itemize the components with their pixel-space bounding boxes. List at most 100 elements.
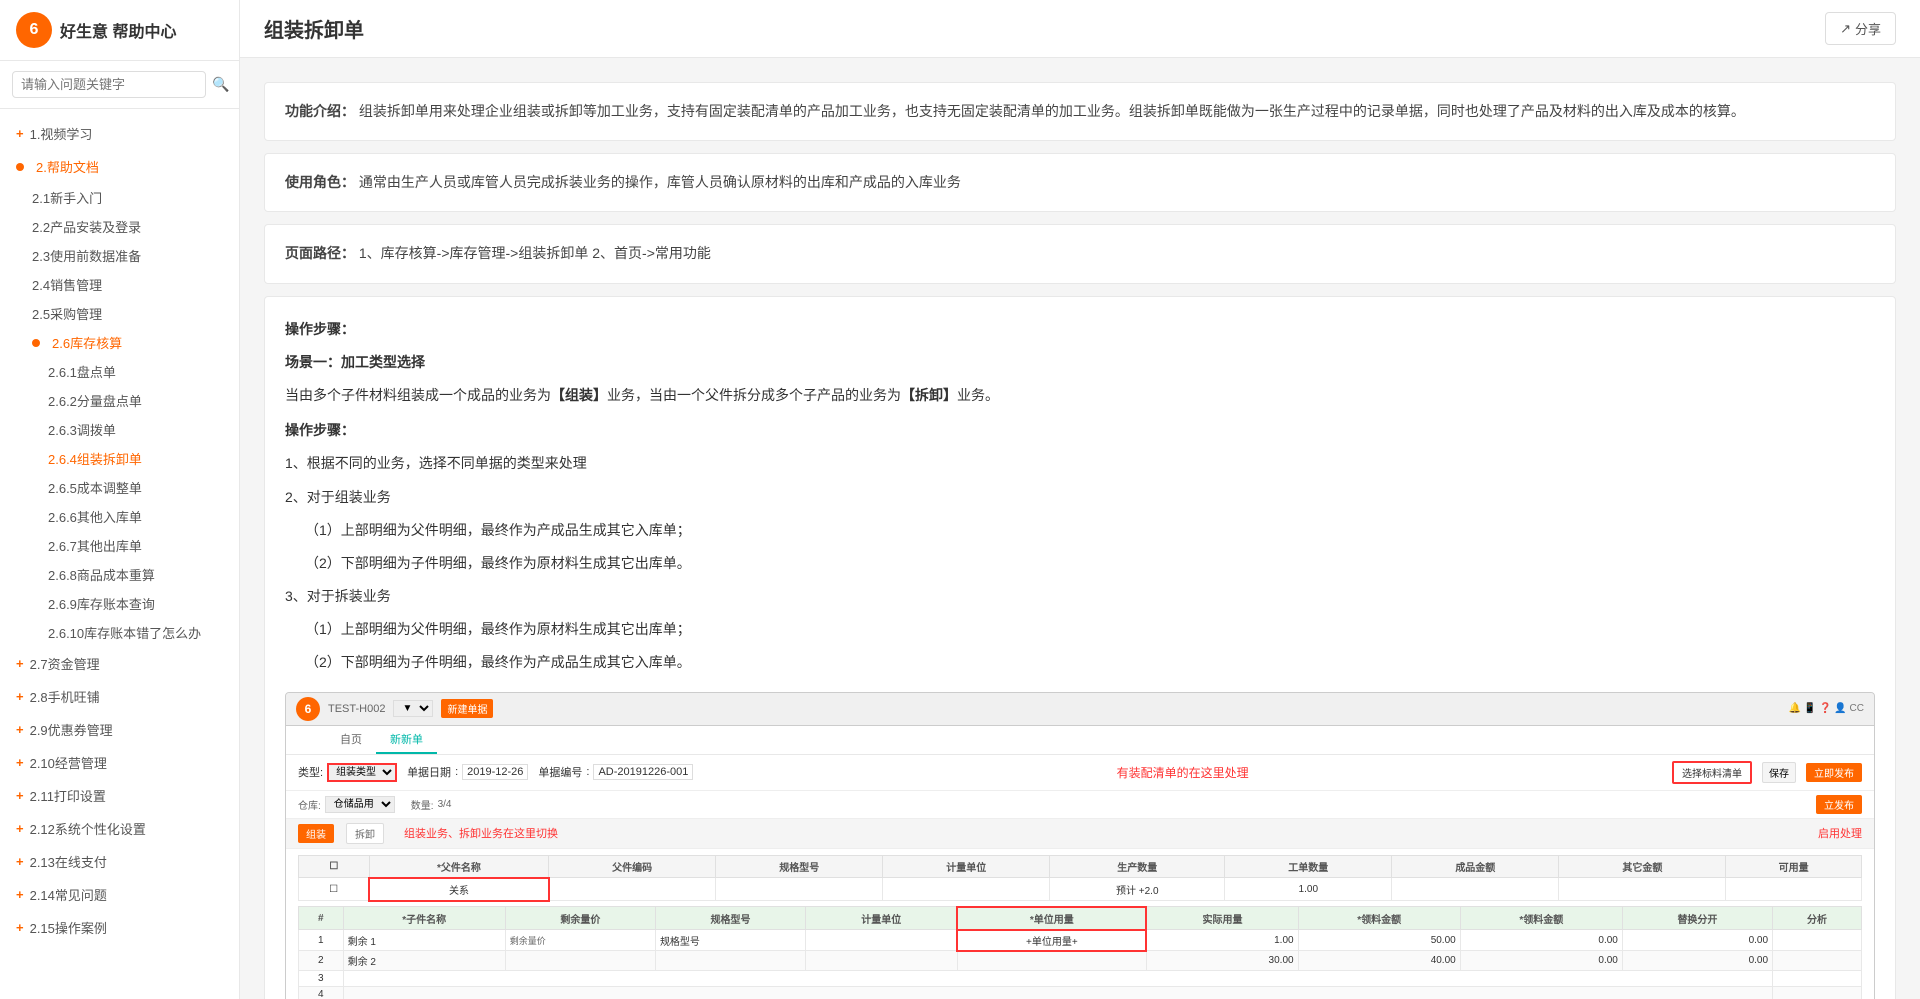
sidebar-item-inother[interactable]: 2.6.6其他入库单 — [0, 502, 239, 531]
ss-company: TEST-H002 — [328, 703, 385, 715]
scene1-desc: 当由多个子件材料组装成一个成品的业务为【组装】业务，当由一个父件拆分成多个子产品… — [285, 383, 1875, 408]
ss-sub-th-use: *单位用量 — [957, 907, 1146, 930]
ss-code-field: 单据编号: AD-20191226-001 — [538, 764, 693, 780]
ss-date-field: 单据日期: 2019-12-26 — [407, 764, 528, 780]
ss-th-name: *父件名称 — [369, 855, 548, 878]
scene1-title: 场景一：加工类型选择 — [285, 354, 425, 370]
sidebar-item-count[interactable]: 2.6.1盘点单 — [0, 357, 239, 386]
sidebar-item-partial[interactable]: 2.6.2分量盘点单 — [0, 386, 239, 415]
sidebar-item-docs-label: 2.帮助文档 — [36, 157, 99, 176]
ss-sub-th-qty: 剩余量价 — [505, 907, 655, 930]
ss-top-td-work: 1.00 — [1225, 878, 1392, 901]
ss-bom-btn[interactable]: 选择标料清单 — [1672, 761, 1752, 784]
ss-th-otheramt: 其它金额 — [1559, 855, 1726, 878]
func-intro-label: 功能介绍： — [285, 103, 355, 119]
ss-sub-th-unit: 计量单位 — [806, 907, 958, 930]
search-box: 🔍 — [0, 61, 239, 109]
sidebar-item-ops[interactable]: + 2.10经营管理 — [0, 746, 239, 779]
sidebar-item-stockcheck[interactable]: 2.6.9库存账本查询 — [0, 589, 239, 618]
ss-th-prod: 生产数量 — [1050, 855, 1225, 878]
sidebar-item-inventory[interactable]: 2.6库存核算 — [0, 328, 239, 357]
ss-warehouse-select[interactable]: 仓储品用 — [325, 796, 395, 813]
sidebar-item-sales[interactable]: 2.4销售管理 — [0, 270, 239, 299]
ops-steps-title: 操作步骤： — [285, 418, 1875, 443]
ss-confirm-btn[interactable]: 立发布 — [1816, 795, 1862, 814]
main-content: 组装拆卸单 ↗ 分享 功能介绍： 组装拆卸单用来处理企业组装或拆卸等加工业务，支… — [240, 0, 1920, 999]
ss-tab-home[interactable]: 自页 — [326, 726, 376, 754]
sidebar-item-faq[interactable]: + 2.14常见问题 — [0, 878, 239, 911]
sidebar-item-assembly[interactable]: 2.6.4组装拆卸单 — [0, 444, 239, 473]
ss-company-select[interactable]: ▼ — [393, 700, 433, 717]
sidebar-item-goodscost[interactable]: 2.6.8商品成本重算 — [0, 560, 239, 589]
sidebar-item-data[interactable]: 2.3使用前数据准备 — [0, 241, 239, 270]
topbar: 组装拆卸单 ↗ 分享 — [240, 0, 1920, 58]
ss-top-td-avail — [1726, 878, 1862, 901]
search-button[interactable]: 🔍 — [212, 76, 229, 93]
sidebar-item-docs[interactable]: 2.帮助文档 — [0, 150, 239, 183]
ss-sub-th-name: *子件名称 — [343, 907, 505, 930]
ss-th-avail: 可用量 — [1726, 855, 1862, 878]
nav-tree: + 1.视频学习 2.帮助文档 2.1新手入门 2.2产品安装及登录 2.3使用… — [0, 109, 239, 999]
ss-sub-th-anal: 分析 — [1773, 907, 1862, 930]
ss-top-td-name: 关系 — [369, 878, 548, 901]
role-text: 通常由生产人员或库管人员完成拆装业务的操作，库管人员确认原材料的出库和产成品的入… — [359, 174, 961, 190]
sidebar-item-video-label: 1.视频学习 — [30, 124, 93, 143]
ss-code-val: AD-20191226-001 — [593, 764, 693, 780]
ss-sub-th-mat1: *领料金额 — [1298, 907, 1460, 930]
sidebar-item-outother[interactable]: 2.6.7其他出库单 — [0, 531, 239, 560]
sidebar-item-adjust[interactable]: 2.6.3调拨单 — [0, 415, 239, 444]
sidebar-item-cases[interactable]: + 2.15操作案例 — [0, 911, 239, 944]
ss-top-td-prod: 预计 +2.0 — [1050, 878, 1225, 901]
sidebar-item-personalize[interactable]: + 2.12系统个性化设置 — [0, 812, 239, 845]
ss-top-td-prodamt — [1392, 878, 1559, 901]
ss-disassembly-btn[interactable]: 拆卸 — [346, 823, 384, 844]
sidebar-item-cost[interactable]: 2.6.5成本调整单 — [0, 473, 239, 502]
ss-sub-table-wrap: # *子件名称 剩余量价 规格型号 计量单位 *单位用量 实际用量 *领料金额 … — [286, 902, 1874, 999]
sidebar-item-print[interactable]: + 2.11打印设置 — [0, 779, 239, 812]
ss-type-select[interactable]: 组装类型 — [327, 763, 397, 782]
app-logo: 6 — [16, 12, 52, 48]
role-label: 使用角色： — [285, 174, 355, 190]
ss-th-checkbox: ☐ — [299, 855, 370, 878]
ss-th-work: 工单数量 — [1225, 855, 1392, 878]
ss-ann3: 组装业务、拆卸业务在这里切换 — [404, 825, 558, 841]
ss-warehouse-row: 仓库: 仓储品用 — [298, 796, 395, 813]
sidebar: 6 好生意 帮助中心 🔍 + 1.视频学习 2.帮助文档 2.1新手入门 2.2… — [0, 0, 240, 999]
sidebar-item-stockerr[interactable]: 2.6.10库存账本错了怎么办 — [0, 618, 239, 647]
search-input[interactable] — [12, 71, 206, 98]
sidebar-item-mobile[interactable]: + 2.8手机旺铺 — [0, 680, 239, 713]
ss-save-btn[interactable]: 保存 — [1762, 762, 1796, 783]
sidebar-item-install[interactable]: 2.2产品安装及登录 — [0, 212, 239, 241]
ss-ann4: 启用处理 — [1818, 825, 1862, 841]
ss-sub-th-seq: # — [299, 907, 344, 930]
ss-sub-th-spec: 规格型号 — [655, 907, 805, 930]
sidebar-item-video[interactable]: + 1.视频学习 — [0, 117, 239, 150]
ss-th-code: 父件编码 — [549, 855, 716, 878]
ss-icons: 🔔 📱 ❓ 👤 CC — [1789, 703, 1864, 714]
sidebar-item-purchase[interactable]: 2.5采购管理 — [0, 299, 239, 328]
ss-count-row: 数量: 3/4 — [411, 797, 452, 812]
ss-top-td-check: ☐ — [299, 878, 370, 901]
sidebar-header: 6 好生意 帮助中心 — [0, 0, 239, 61]
path-text: 1、库存核算->库存管理->组装拆卸单 2、首页->常用功能 — [359, 245, 711, 261]
ss-publish-btn[interactable]: 立即发布 — [1806, 763, 1862, 782]
ss-assembly-btn[interactable]: 组装 — [298, 824, 334, 843]
ss-top-td-spec — [716, 878, 883, 901]
role-block: 使用角色： 通常由生产人员或库管人员完成拆装业务的操作，库管人员确认原材料的出库… — [264, 153, 1896, 212]
ss-new-btn[interactable]: 新建单据 — [441, 699, 493, 718]
sidebar-item-online[interactable]: + 2.13在线支付 — [0, 845, 239, 878]
sidebar-item-new[interactable]: 2.1新手入门 — [0, 183, 239, 212]
ss-tab-new[interactable]: 新新单 — [376, 726, 437, 754]
ss-top-td-unit — [883, 878, 1050, 901]
path-label: 页面路径： — [285, 245, 355, 261]
sidebar-item-coupon[interactable]: + 2.9优惠券管理 — [0, 713, 239, 746]
content-area: 功能介绍： 组装拆卸单用来处理企业组装或拆卸等加工业务，支持有固定装配清单的产品… — [240, 58, 1920, 999]
sidebar-item-fund[interactable]: + 2.7资金管理 — [0, 647, 239, 680]
dot-icon — [16, 163, 24, 171]
step2-1: （1）上部明细为父件明细，最终作为产成品生成其它入库单； — [285, 518, 1875, 543]
func-intro-text: 组装拆卸单用来处理企业组装或拆卸等加工业务，支持有固定装配清单的产品加工业务，也… — [359, 103, 1745, 119]
func-intro-block: 功能介绍： 组装拆卸单用来处理企业组装或拆卸等加工业务，支持有固定装配清单的产品… — [264, 82, 1896, 141]
ss-th-prodamt: 成品金额 — [1392, 855, 1559, 878]
share-button[interactable]: ↗ 分享 — [1825, 12, 1896, 45]
path-block: 页面路径： 1、库存核算->库存管理->组装拆卸单 2、首页->常用功能 — [264, 224, 1896, 283]
